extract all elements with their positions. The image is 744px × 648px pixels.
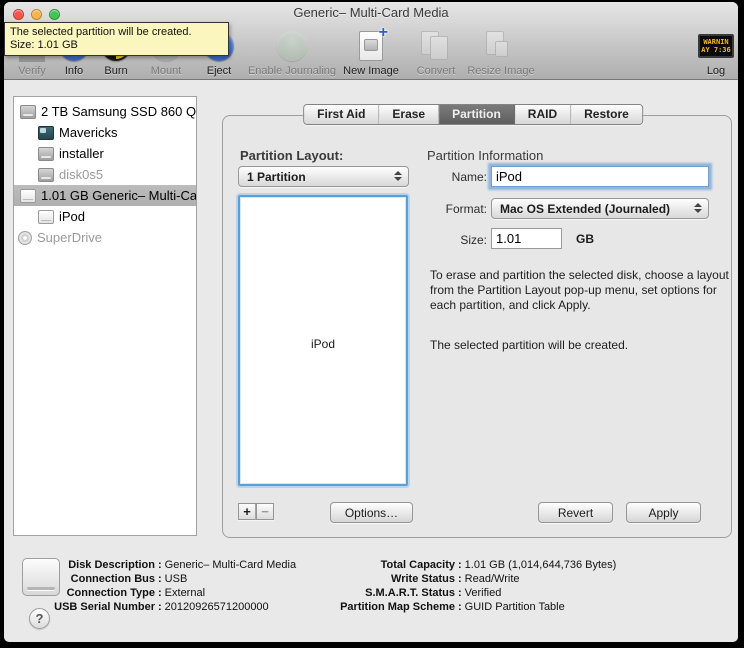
warning-log-icon: WARNIN AY 7:36 (698, 28, 734, 64)
sidebar-item-superdrive[interactable]: SuperDrive (14, 227, 196, 248)
tooltip: The selected partition will be created. … (4, 22, 229, 56)
tab-raid[interactable]: RAID (514, 105, 572, 124)
minimize-button[interactable] (31, 9, 42, 20)
partition-status-text: The selected partition will be created. (430, 338, 629, 352)
toolbar-log-button[interactable]: WARNIN AY 7:36 Log (661, 28, 738, 77)
name-label: Name: (451, 170, 487, 184)
internal-drive-icon (20, 104, 36, 119)
sidebar-item-ipod[interactable]: iPod (14, 206, 196, 227)
info-row: Total Capacity:1.01 GB (1,014,644,736 By… (380, 559, 617, 571)
size-label: Size: (460, 233, 487, 247)
sidebar-item-generic-multicard[interactable]: 1.01 GB Generic– Multi-Ca. (14, 185, 196, 206)
options-button[interactable]: Options… (330, 502, 413, 523)
tab-partition[interactable]: Partition (439, 105, 515, 124)
sidebar-item-samsung-ssd[interactable]: 2 TB Samsung SSD 860 QV. (14, 101, 196, 122)
title-bar[interactable]: Generic– Multi-Card Media (4, 2, 738, 24)
info-row: Connection Type: External (66, 587, 206, 599)
revert-button[interactable]: Revert (538, 502, 613, 523)
volume-icon (38, 167, 54, 182)
apply-button[interactable]: Apply (626, 502, 701, 523)
resize-image-icon (486, 28, 516, 64)
toolbar-resize-image-button: Resize Image (446, 28, 556, 77)
volume-icon (38, 209, 54, 224)
size-unit-label: GB (576, 232, 594, 246)
info-row: S.M.A.R.T. Status: Verified (365, 587, 502, 599)
format-popup[interactable]: Mac OS Extended (Journaled) (491, 198, 709, 219)
traffic-lights (13, 9, 60, 20)
volume-icon (38, 125, 54, 140)
optical-disc-icon (18, 230, 32, 245)
size-input[interactable] (491, 228, 562, 249)
info-row: Write Status: Read/Write (391, 573, 520, 585)
sidebar-item-mavericks[interactable]: Mavericks (14, 122, 196, 143)
tooltip-line-1: The selected partition will be created. (10, 26, 192, 38)
tooltip-line-2: Size: 1.01 GB (10, 39, 78, 51)
window-title: Generic– Multi-Card Media (293, 5, 449, 20)
partition-map-selected-partition[interactable]: iPod (238, 195, 408, 486)
partition-help-text: To erase and partition the selected disk… (430, 268, 729, 312)
partition-layout-popup[interactable]: 1 Partition (238, 166, 409, 187)
volume-icon (38, 146, 54, 161)
tab-erase[interactable]: Erase (379, 105, 440, 124)
external-drive-icon (20, 188, 36, 203)
add-partition-button[interactable]: + (238, 503, 256, 520)
partition-map-label: iPod (310, 337, 336, 351)
device-list: 2 TB Samsung SSD 860 QV. Mavericks insta… (13, 96, 197, 536)
info-row: Disk Description: Generic– Multi-Card Med… (68, 559, 297, 571)
name-input[interactable] (491, 166, 709, 187)
zoom-button[interactable] (49, 9, 60, 20)
format-label: Format: (445, 202, 487, 216)
partition-info-heading: Partition Information (427, 148, 544, 163)
journaling-icon (277, 28, 307, 64)
sidebar-item-installer[interactable]: installer (14, 143, 196, 164)
info-row: USB Serial Number:20120926571200000 (54, 601, 269, 613)
new-image-icon: + (359, 24, 388, 64)
remove-partition-button: − (256, 503, 274, 520)
info-row: Partition Map Scheme: GUID Partition Tabl… (340, 601, 565, 613)
info-row: Connection Bus: USB (70, 573, 188, 585)
disk-utility-window: Generic– Multi-Card Media Verify i Info … (4, 2, 738, 642)
partition-layout-heading: Partition Layout: (240, 148, 344, 163)
sidebar-item-disk0s5[interactable]: disk0s5 (14, 164, 196, 185)
tab-first-aid[interactable]: First Aid (304, 105, 380, 124)
tab-bar: First Aid Erase Partition RAID Restore (303, 104, 643, 125)
tab-restore[interactable]: Restore (571, 105, 642, 124)
popup-arrows-icon (694, 203, 702, 213)
popup-arrows-icon (394, 171, 402, 181)
close-button[interactable] (13, 9, 24, 20)
